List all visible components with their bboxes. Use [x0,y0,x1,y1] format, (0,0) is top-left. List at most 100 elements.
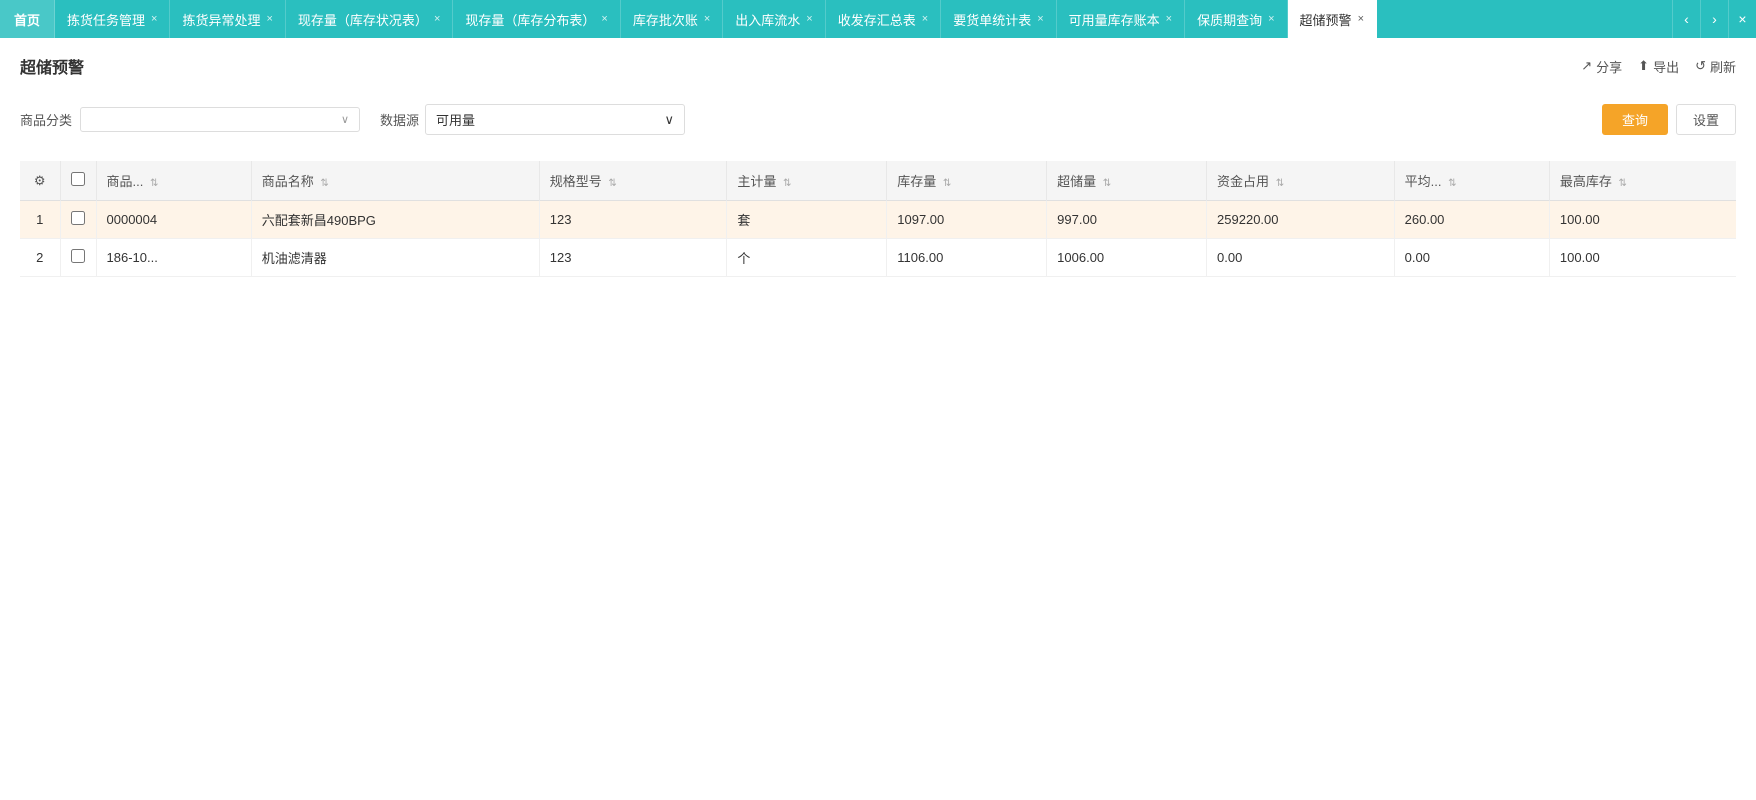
row-over-stock: 1006.00 [1047,239,1207,277]
row-product-name: 六配套新昌490BPG [251,201,539,239]
nav-arrow-right[interactable]: › [1700,0,1728,38]
sort-icon-avg: ⇅ [1448,178,1456,189]
row-spec: 123 [539,239,727,277]
query-button[interactable]: 查询 [1602,104,1668,135]
col-stock[interactable]: 库存量 ⇅ [887,161,1047,201]
table-row: 1 0000004 六配套新昌490BPG 123 套 1097.00 997.… [20,201,1736,239]
row-stock: 1097.00 [887,201,1047,239]
sort-icon-name: ⇅ [320,178,328,189]
row-product-code: 186-10... [96,239,251,277]
nav-arrow-left[interactable]: ‹ [1672,0,1700,38]
tab-6[interactable]: 出入库流水 × [723,0,825,38]
row-avg: 260.00 [1394,201,1549,239]
col-product-name[interactable]: 商品名称 ⇅ [251,161,539,201]
datasource-chevron-down-icon: ∨ [665,112,675,128]
page-title: 超储预警 [20,54,84,78]
close-tab-5-icon[interactable]: × [704,13,710,25]
row-product-code: 0000004 [96,201,251,239]
close-tab-11-icon[interactable]: × [1358,13,1364,25]
tab-5[interactable]: 库存批次账 × [621,0,723,38]
datasource-label: 数据源 [380,110,419,129]
close-tab-4-icon[interactable]: × [601,13,607,25]
row-checkbox[interactable] [71,211,85,225]
col-capital[interactable]: 资金占用 ⇅ [1207,161,1395,201]
sort-icon-capital: ⇅ [1276,178,1284,189]
tab-9[interactable]: 可用量库存账本 × [1057,0,1185,38]
close-tab-3-icon[interactable]: × [434,13,440,25]
tab-8[interactable]: 要货单统计表 × [941,0,1056,38]
refresh-button[interactable]: ↺ 刷新 [1695,57,1736,76]
page-content: 超储预警 ↗ 分享 ⬆ 导出 ↺ 刷新 商品分类 ∨ 数据源 [0,38,1756,800]
category-select[interactable]: ∨ [80,107,360,132]
row-capital: 0.00 [1207,239,1395,277]
col-settings[interactable]: ⚙ [20,161,60,201]
row-checkbox-cell [60,239,96,277]
category-filter-group: 商品分类 ∨ [20,107,360,132]
row-stock: 1106.00 [887,239,1047,277]
datasource-filter-group: 数据源 可用量 ∨ [380,104,685,135]
col-avg[interactable]: 平均... ⇅ [1394,161,1549,201]
table-row: 2 186-10... 机油滤清器 123 个 1106.00 1006.00 … [20,239,1736,277]
close-tab-10-icon[interactable]: × [1268,13,1274,25]
tab-11[interactable]: 超储预警 × [1288,0,1377,38]
tab-4[interactable]: 现存量（库存分布表） × [453,0,620,38]
page-header: 超储预警 ↗ 分享 ⬆ 导出 ↺ 刷新 [20,54,1736,78]
datasource-value: 可用量 [436,110,475,129]
data-table: ⚙ 商品... ⇅ 商品名称 ⇅ 规格型号 ⇅ 主计量 [20,161,1736,277]
tab-3[interactable]: 现存量（库存状况表） × [286,0,453,38]
col-product-code[interactable]: 商品... ⇅ [96,161,251,201]
col-over-stock[interactable]: 超储量 ⇅ [1047,161,1207,201]
nav-arrows: ‹ › × [1672,0,1756,38]
close-tab-6-icon[interactable]: × [806,13,812,25]
datasource-select[interactable]: 可用量 ∨ [425,104,685,135]
table-header: ⚙ 商品... ⇅ 商品名称 ⇅ 规格型号 ⇅ 主计量 [20,161,1736,201]
sort-icon-over-stock: ⇅ [1103,178,1111,189]
export-icon: ⬆ [1638,58,1649,74]
export-button[interactable]: ⬆ 导出 [1638,57,1679,76]
row-avg: 0.00 [1394,239,1549,277]
row-checkbox[interactable] [71,249,85,263]
table-body: 1 0000004 六配套新昌490BPG 123 套 1097.00 997.… [20,201,1736,277]
share-button[interactable]: ↗ 分享 [1581,57,1622,76]
tab-1[interactable]: 拣货任务管理 × [55,0,170,38]
col-unit[interactable]: 主计量 ⇅ [727,161,887,201]
close-tab-7-icon[interactable]: × [922,13,928,25]
row-spec: 123 [539,201,727,239]
sort-icon-spec: ⇅ [608,178,616,189]
sort-icon-unit: ⇅ [783,178,791,189]
settings-button[interactable]: 设置 [1676,104,1736,135]
row-product-name: 机油滤清器 [251,239,539,277]
close-tab-1-icon[interactable]: × [151,13,157,25]
row-unit: 个 [727,239,887,277]
filter-actions: 查询 设置 [1602,104,1736,135]
category-chevron-down-icon: ∨ [341,113,349,126]
nav-home[interactable]: 首页 [0,0,55,38]
sort-icon-stock: ⇅ [943,178,951,189]
select-all-checkbox[interactable] [71,172,85,186]
refresh-icon: ↺ [1695,58,1706,74]
row-capital: 259220.00 [1207,201,1395,239]
close-tab-8-icon[interactable]: × [1037,13,1043,25]
header-actions: ↗ 分享 ⬆ 导出 ↺ 刷新 [1581,57,1736,76]
close-tab-9-icon[interactable]: × [1166,13,1172,25]
filter-row: 商品分类 ∨ 数据源 可用量 ∨ 查询 设置 [20,94,1736,145]
row-max-stock: 100.00 [1549,239,1736,277]
tab-2[interactable]: 拣货异常处理 × [170,0,285,38]
row-checkbox-cell [60,201,96,239]
settings-gear-icon: ⚙ [34,173,46,188]
category-label: 商品分类 [20,110,72,129]
share-icon: ↗ [1581,58,1592,74]
nav-arrow-more[interactable]: × [1728,0,1756,38]
row-num: 1 [20,201,60,239]
row-num: 2 [20,239,60,277]
row-max-stock: 100.00 [1549,201,1736,239]
row-unit: 套 [727,201,887,239]
col-checkbox [60,161,96,201]
row-over-stock: 997.00 [1047,201,1207,239]
close-tab-2-icon[interactable]: × [266,13,272,25]
tab-10[interactable]: 保质期查询 × [1185,0,1287,38]
col-spec[interactable]: 规格型号 ⇅ [539,161,727,201]
tab-7[interactable]: 收发存汇总表 × [826,0,941,38]
col-max-stock[interactable]: 最高库存 ⇅ [1549,161,1736,201]
sort-icon-code: ⇅ [150,178,158,189]
